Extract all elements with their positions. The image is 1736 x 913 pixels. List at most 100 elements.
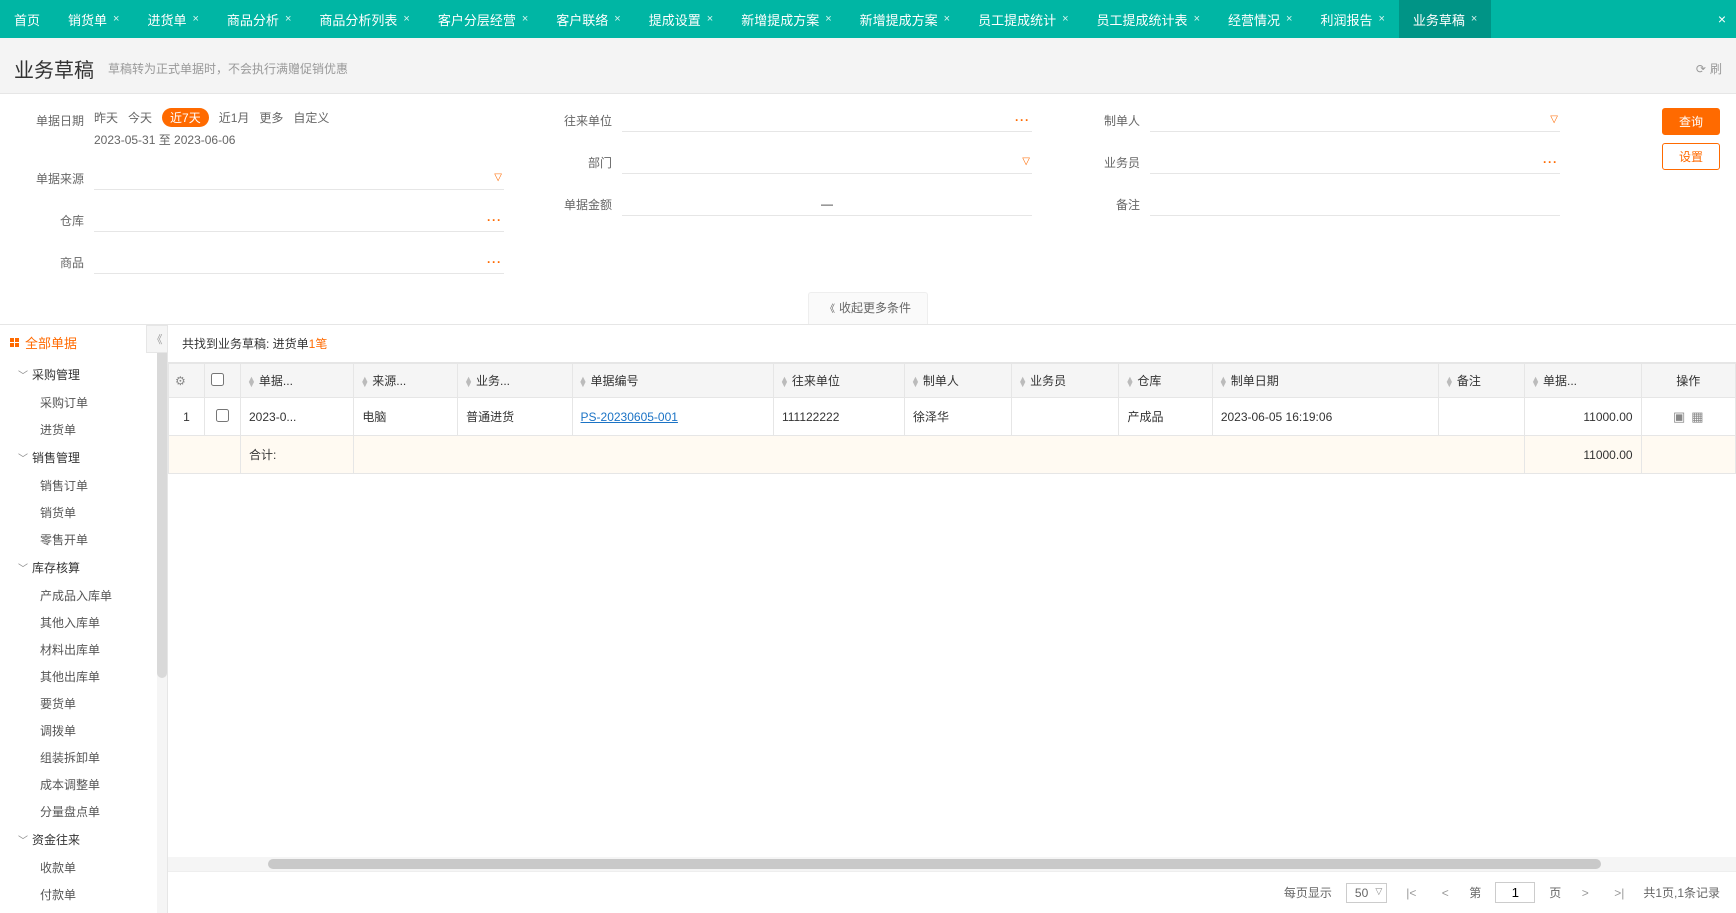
sidebar-item[interactable]: 零售开单	[0, 526, 167, 553]
date-option[interactable]: 更多	[259, 109, 283, 126]
sidebar-item[interactable]: 要货单	[0, 690, 167, 717]
last-page-button[interactable]: >|	[1609, 883, 1629, 903]
close-icon[interactable]: ×	[1062, 13, 1068, 25]
tab-客户分层经营[interactable]: 客户分层经营×	[424, 0, 542, 38]
ellipsis-icon[interactable]: ···	[1543, 155, 1558, 169]
date-option[interactable]: 近1月	[219, 109, 250, 126]
tab-客户联络[interactable]: 客户联络×	[542, 0, 634, 38]
date-option[interactable]: 自定义	[293, 109, 329, 126]
sidebar-group[interactable]: ﹀资金往来	[0, 825, 167, 854]
close-icon[interactable]: ×	[825, 13, 831, 25]
close-icon[interactable]: ×	[285, 13, 291, 25]
close-icon[interactable]: ×	[192, 13, 198, 25]
next-page-button[interactable]: >	[1575, 883, 1595, 903]
sidebar-item[interactable]: 分量盘点单	[0, 798, 167, 825]
col-header[interactable]: ▲▼备注	[1438, 364, 1524, 398]
ellipsis-icon[interactable]: ···	[487, 213, 502, 227]
tab-利润报告[interactable]: 利润报告×	[1306, 0, 1398, 38]
tab-员工提成统计表[interactable]: 员工提成统计表×	[1083, 0, 1214, 38]
close-icon[interactable]: ×	[403, 13, 409, 25]
sidebar-group[interactable]: ﹀销售管理	[0, 443, 167, 472]
close-icon[interactable]: ×	[944, 13, 950, 25]
settings-button[interactable]: 设置	[1662, 143, 1720, 170]
tab-提成设置[interactable]: 提成设置×	[635, 0, 727, 38]
col-header[interactable]: ▲▼来源...	[354, 364, 458, 398]
col-header[interactable]: ▲▼单据编号	[572, 364, 773, 398]
tab-商品分析[interactable]: 商品分析×	[213, 0, 305, 38]
close-icon[interactable]: ×	[614, 13, 620, 25]
chevron-down-icon[interactable]: ▽	[1550, 114, 1558, 125]
first-page-button[interactable]: |<	[1401, 883, 1421, 903]
chevron-down-icon[interactable]: ▽	[1022, 156, 1030, 167]
tab-销货单[interactable]: 销货单×	[54, 0, 133, 38]
date-option[interactable]: 今天	[128, 109, 152, 126]
refresh-button[interactable]: ⟳ 刷	[1696, 60, 1722, 77]
close-icon[interactable]: ×	[113, 13, 119, 25]
close-icon[interactable]: ×	[522, 13, 528, 25]
ellipsis-icon[interactable]: ···	[487, 255, 502, 269]
sidebar-group[interactable]: ﹀采购管理	[0, 360, 167, 389]
tab-首页[interactable]: 首页	[0, 0, 54, 38]
date-option[interactable]: 近7天	[162, 108, 209, 127]
qr-icon[interactable]: ▦	[1691, 409, 1703, 425]
sidebar-item[interactable]: 其他出库单	[0, 663, 167, 690]
table-wrap[interactable]: ⚙ ▲▼单据...▲▼来源...▲▼业务...▲▼单据编号▲▼往来单位▲▼制单人…	[168, 362, 1736, 857]
prev-page-button[interactable]: <	[1435, 883, 1455, 903]
tab-进货单[interactable]: 进货单×	[133, 0, 212, 38]
filter-dept-input[interactable]: ▽	[622, 150, 1032, 174]
sidebar-item[interactable]: 收款单	[0, 854, 167, 881]
ellipsis-icon[interactable]: ···	[1015, 113, 1030, 127]
collapse-filters[interactable]: 《收起更多条件	[808, 292, 928, 324]
sidebar-item[interactable]: 材料出库单	[0, 636, 167, 663]
sidebar-item[interactable]: 销售订单	[0, 472, 167, 499]
date-option[interactable]: 昨天	[94, 109, 118, 126]
tabs-close-all[interactable]: ×	[1708, 0, 1736, 38]
close-icon[interactable]: ×	[1378, 13, 1384, 25]
col-header[interactable]: ▲▼仓库	[1119, 364, 1212, 398]
filter-partner-input[interactable]: ···	[622, 108, 1032, 132]
tab-新增提成方案[interactable]: 新增提成方案×	[846, 0, 964, 38]
close-icon[interactable]: ×	[1471, 13, 1477, 25]
sidebar-item[interactable]: 采购订单	[0, 389, 167, 416]
tab-员工提成统计[interactable]: 员工提成统计×	[964, 0, 1082, 38]
close-icon[interactable]: ×	[707, 13, 713, 25]
select-all-checkbox[interactable]	[211, 373, 224, 386]
horizontal-scrollbar[interactable]	[168, 857, 1736, 871]
col-header[interactable]: ▲▼制单日期	[1212, 364, 1438, 398]
filter-creator-input[interactable]: ▽	[1150, 108, 1560, 132]
col-header[interactable]: ▲▼业务...	[458, 364, 572, 398]
chevron-down-icon[interactable]: ▽	[494, 172, 502, 183]
sidebar-head[interactable]: 全部单据	[0, 325, 167, 360]
col-header[interactable]: ▲▼单据...	[1525, 364, 1641, 398]
sidebar-item[interactable]: 组装拆卸单	[0, 744, 167, 771]
filter-amount-input[interactable]: —	[622, 192, 1032, 216]
sidebar-item[interactable]: 付款单	[0, 881, 167, 908]
tab-经营情况[interactable]: 经营情况×	[1214, 0, 1306, 38]
col-header[interactable]: 操作	[1641, 364, 1735, 398]
doc-number-link[interactable]: PS-20230605-001	[581, 410, 678, 424]
sidebar-item[interactable]: 调拨单	[0, 717, 167, 744]
filter-product-input[interactable]: ···	[94, 250, 504, 274]
query-button[interactable]: 查询	[1662, 108, 1720, 135]
sidebar-item[interactable]: 其他入库单	[0, 609, 167, 636]
col-header[interactable]: ▲▼业务员	[1012, 364, 1119, 398]
filter-source-input[interactable]: ▽	[94, 166, 504, 190]
sidebar-scrollbar[interactable]	[157, 325, 167, 913]
tab-商品分析列表[interactable]: 商品分析列表×	[305, 0, 423, 38]
row-checkbox[interactable]	[216, 409, 229, 422]
sidebar-item[interactable]: 销货单	[0, 499, 167, 526]
tab-业务草稿[interactable]: 业务草稿×	[1399, 0, 1491, 38]
tab-新增提成方案[interactable]: 新增提成方案×	[727, 0, 845, 38]
sidebar-collapse[interactable]: 《	[146, 325, 168, 353]
per-page-select[interactable]: 50▽	[1346, 883, 1387, 903]
filter-sales-input[interactable]: ···	[1150, 150, 1560, 174]
gear-icon[interactable]: ⚙	[175, 374, 186, 388]
filter-warehouse-input[interactable]: ···	[94, 208, 504, 232]
sidebar-item[interactable]: 成本调整单	[0, 771, 167, 798]
col-header[interactable]: ▲▼往来单位	[773, 364, 904, 398]
col-header[interactable]: ▲▼单据...	[241, 364, 354, 398]
sidebar-item[interactable]: 进货单	[0, 416, 167, 443]
view-icon[interactable]: ▣	[1673, 409, 1685, 425]
close-icon[interactable]: ×	[1194, 13, 1200, 25]
sidebar-group[interactable]: ﹀库存核算	[0, 553, 167, 582]
